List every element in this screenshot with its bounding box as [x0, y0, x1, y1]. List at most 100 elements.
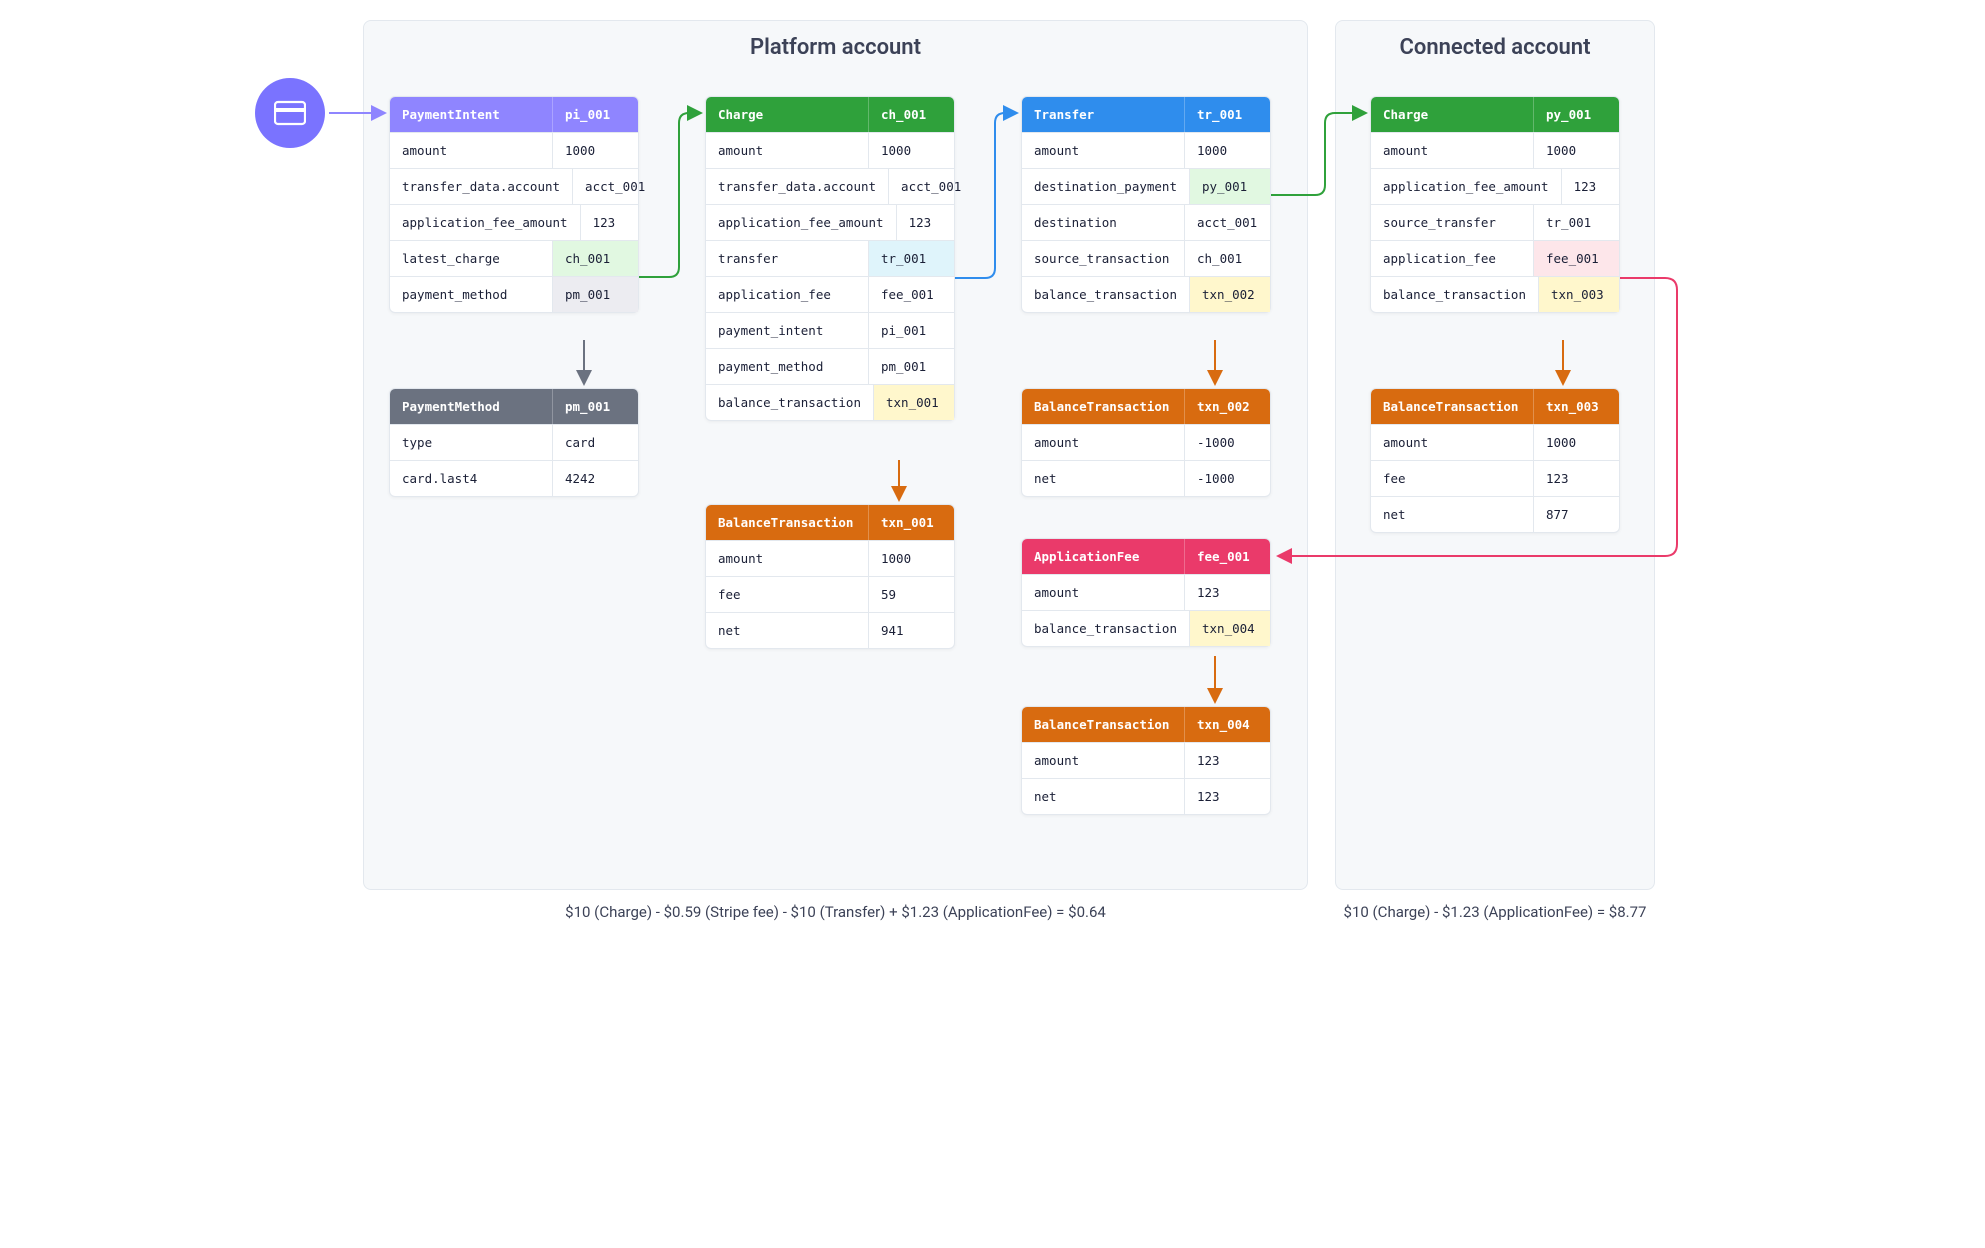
- field-key: payment_intent: [706, 313, 869, 348]
- object-header: PaymentIntent pi_001: [390, 97, 638, 132]
- object-id: pm_001: [553, 389, 638, 424]
- table-row: amount1000: [706, 540, 954, 576]
- field-key: amount: [390, 133, 553, 168]
- field-key: net: [1022, 461, 1185, 496]
- field-key: transfer_data.account: [706, 169, 889, 204]
- field-key: transfer: [706, 241, 869, 276]
- object-header: Transfer tr_001: [1022, 97, 1270, 132]
- field-value: 877: [1534, 497, 1619, 532]
- object-header: BalanceTransaction txn_004: [1022, 707, 1270, 742]
- credit-card-icon: [255, 78, 325, 148]
- table-row: amount1000: [1022, 132, 1270, 168]
- field-key: amount: [706, 133, 869, 168]
- charge-object: Charge ch_001 amount1000 transfer_data.a…: [705, 96, 955, 421]
- field-key: amount: [1022, 575, 1185, 610]
- table-row: card.last44242: [390, 460, 638, 496]
- object-type: BalanceTransaction: [1022, 389, 1185, 424]
- object-header: Charge ch_001: [706, 97, 954, 132]
- object-type: BalanceTransaction: [1371, 389, 1534, 424]
- field-value: -1000: [1185, 425, 1270, 460]
- table-row: amount1000: [390, 132, 638, 168]
- field-value: 1000: [1534, 133, 1619, 168]
- field-value: 123: [1185, 575, 1270, 610]
- field-key: application_fee: [1371, 241, 1534, 276]
- table-row: source_transactionch_001: [1022, 240, 1270, 276]
- table-row: net941: [706, 612, 954, 648]
- application-fee-object: ApplicationFee fee_001 amount123 balance…: [1021, 538, 1271, 647]
- field-value: 123: [897, 205, 954, 240]
- object-type: Transfer: [1022, 97, 1185, 132]
- panel-footer: $10 (Charge) - $0.59 (Stripe fee) - $10 …: [364, 903, 1307, 921]
- object-header: Charge py_001: [1371, 97, 1619, 132]
- panel-footer: $10 (Charge) - $1.23 (ApplicationFee) = …: [1336, 903, 1654, 921]
- object-id: ch_001: [869, 97, 954, 132]
- field-key: card.last4: [390, 461, 553, 496]
- field-value: 941: [869, 613, 954, 648]
- table-row: net877: [1371, 496, 1619, 532]
- table-row: source_transfertr_001: [1371, 204, 1619, 240]
- table-row: transfer_data.accountacct_001: [390, 168, 638, 204]
- payment-method-object: PaymentMethod pm_001 typecard card.last4…: [389, 388, 639, 497]
- balance-transaction-object: BalanceTransaction txn_001 amount1000 fe…: [705, 504, 955, 649]
- table-row: balance_transactiontxn_004: [1022, 610, 1270, 646]
- table-row: fee59: [706, 576, 954, 612]
- table-row: amount-1000: [1022, 424, 1270, 460]
- object-header: PaymentMethod pm_001: [390, 389, 638, 424]
- field-value: acct_001: [573, 169, 657, 204]
- table-row: latest_chargech_001: [390, 240, 638, 276]
- field-value: txn_003: [1539, 277, 1619, 312]
- table-row: balance_transactiontxn_001: [706, 384, 954, 420]
- object-type: PaymentMethod: [390, 389, 553, 424]
- field-value: ch_001: [553, 241, 638, 276]
- object-id: fee_001: [1185, 539, 1270, 574]
- object-id: txn_003: [1534, 389, 1619, 424]
- transfer-object: Transfer tr_001 amount1000 destination_p…: [1021, 96, 1271, 313]
- table-row: fee123: [1371, 460, 1619, 496]
- field-key: application_fee_amount: [706, 205, 897, 240]
- panel-title: Connected account: [1336, 35, 1654, 60]
- object-id: tr_001: [1185, 97, 1270, 132]
- field-key: amount: [1371, 133, 1534, 168]
- object-header: ApplicationFee fee_001: [1022, 539, 1270, 574]
- object-id: py_001: [1534, 97, 1619, 132]
- field-key: transfer_data.account: [390, 169, 573, 204]
- field-key: balance_transaction: [1022, 611, 1190, 646]
- field-value: tr_001: [869, 241, 954, 276]
- field-value: ch_001: [1185, 241, 1270, 276]
- field-value: pm_001: [553, 277, 638, 312]
- table-row: payment_intentpi_001: [706, 312, 954, 348]
- field-value: 1000: [869, 133, 954, 168]
- field-key: source_transaction: [1022, 241, 1185, 276]
- field-value: card: [553, 425, 638, 460]
- field-key: fee: [706, 577, 869, 612]
- field-key: net: [1022, 779, 1185, 814]
- table-row: net-1000: [1022, 460, 1270, 496]
- field-key: payment_method: [706, 349, 869, 384]
- field-key: latest_charge: [390, 241, 553, 276]
- field-key: fee: [1371, 461, 1534, 496]
- table-row: amount1000: [706, 132, 954, 168]
- field-value: 4242: [553, 461, 638, 496]
- field-value: 123: [1185, 779, 1270, 814]
- field-key: payment_method: [390, 277, 553, 312]
- table-row: transfer_data.accountacct_001: [706, 168, 954, 204]
- object-header: BalanceTransaction txn_002: [1022, 389, 1270, 424]
- table-row: amount123: [1022, 742, 1270, 778]
- field-value: 1000: [553, 133, 638, 168]
- table-row: amount1000: [1371, 424, 1619, 460]
- balance-transaction-object: BalanceTransaction txn_002 amount-1000 n…: [1021, 388, 1271, 497]
- field-value: acct_001: [889, 169, 973, 204]
- field-value: acct_001: [1185, 205, 1270, 240]
- field-key: application_fee_amount: [390, 205, 581, 240]
- field-value: txn_001: [874, 385, 954, 420]
- field-value: 123: [1562, 169, 1619, 204]
- panel-title: Platform account: [364, 35, 1307, 60]
- field-value: -1000: [1185, 461, 1270, 496]
- field-key: amount: [1022, 743, 1185, 778]
- field-value: 59: [869, 577, 954, 612]
- field-value: tr_001: [1534, 205, 1619, 240]
- object-type: Charge: [1371, 97, 1534, 132]
- field-value: 123: [581, 205, 638, 240]
- field-value: 1000: [1534, 425, 1619, 460]
- table-row: transfertr_001: [706, 240, 954, 276]
